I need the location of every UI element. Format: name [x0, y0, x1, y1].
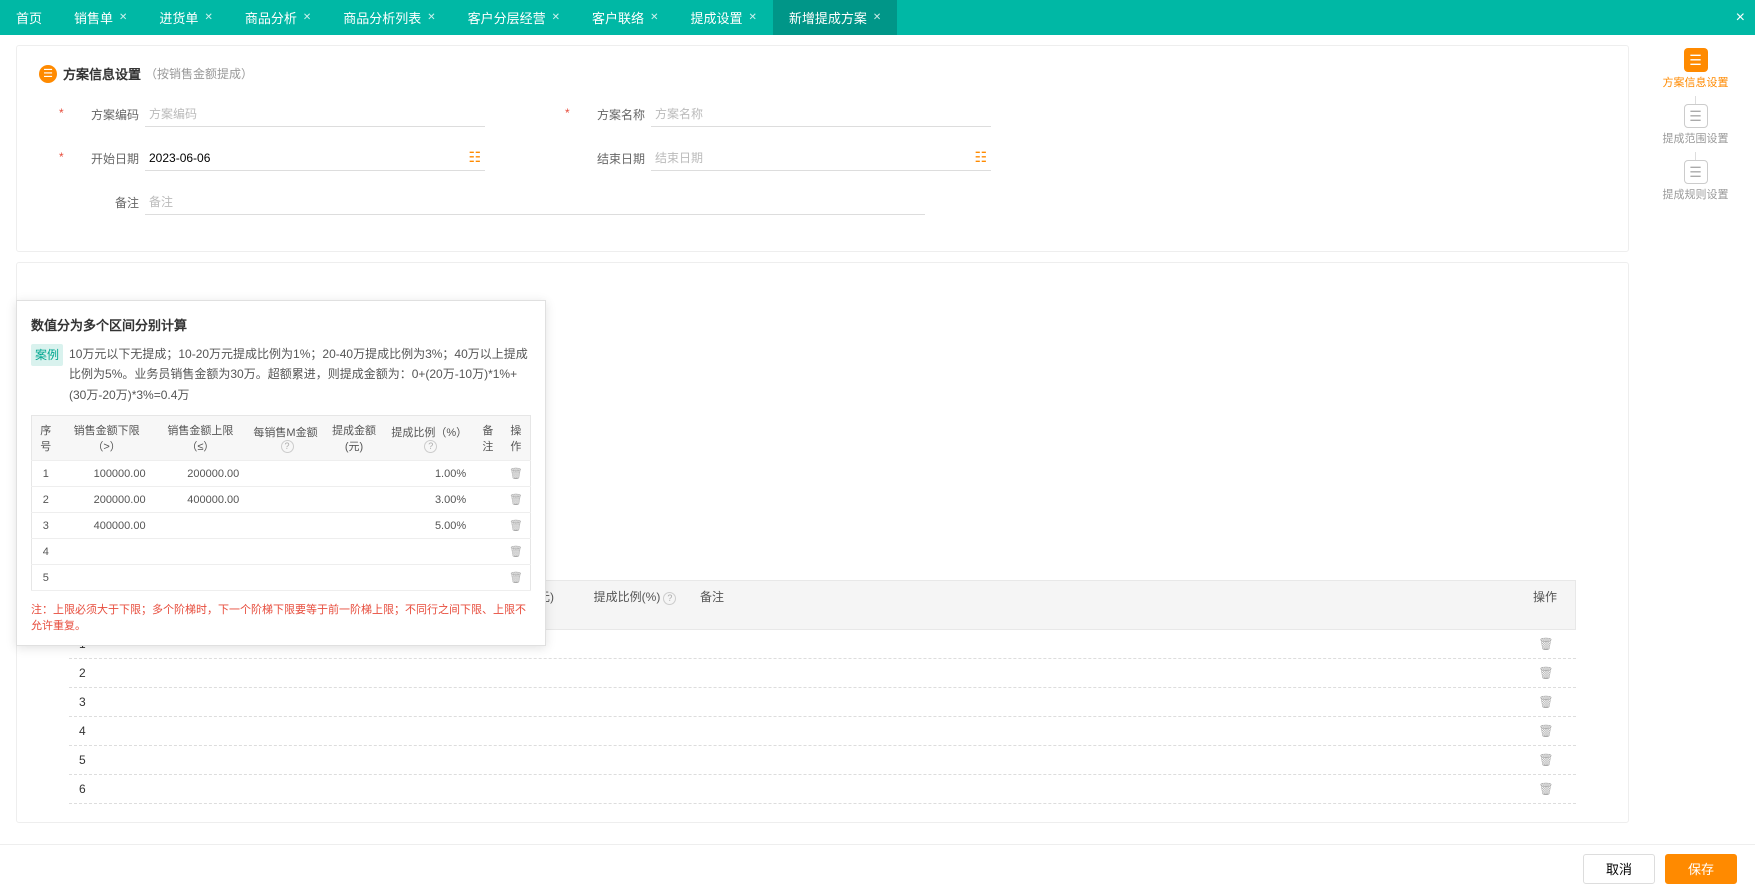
- tab-4[interactable]: 商品分析列表✕: [327, 0, 451, 35]
- section-title: 方案信息设置: [63, 64, 141, 83]
- close-icon[interactable]: ✕: [427, 12, 435, 23]
- close-icon[interactable]: ✕: [204, 12, 212, 23]
- label-end-date: 结束日期: [575, 150, 645, 167]
- tab-8[interactable]: 新增提成方案✕: [773, 0, 897, 35]
- delete-icon[interactable]: 🗑: [1538, 666, 1553, 680]
- label-remark: 备注: [69, 194, 139, 211]
- tab-3[interactable]: 商品分析✕: [229, 0, 327, 35]
- side-nav-item[interactable]: ☰ 方案信息设置: [1648, 48, 1743, 90]
- side-nav: ☰ 方案信息设置 ☰ 提成范围设置 ☰ 提成规则设置: [1648, 48, 1743, 208]
- col-op: 操作: [1515, 581, 1575, 629]
- side-nav-icon: ☰: [1684, 160, 1708, 184]
- tab-2[interactable]: 进货单✕: [143, 0, 228, 35]
- col-pct: 提成比例(%)?: [580, 581, 690, 629]
- close-icon[interactable]: ✕: [748, 12, 756, 23]
- pop-col-low: 销售金额下限（>）: [60, 416, 154, 461]
- table-row[interactable]: 4🗑: [69, 717, 1576, 746]
- pop-col-m: 每销售M金额 ?: [247, 416, 323, 461]
- example-table: 序号销售金额下限（>）销售金额上限（≤）每销售M金额 ?提成金额(元)提成比例（…: [31, 415, 531, 591]
- label-plan-code: 方案编码: [69, 106, 139, 123]
- plan-name-input[interactable]: [651, 101, 991, 127]
- table-row[interactable]: 5🗑: [69, 746, 1576, 775]
- tab-5[interactable]: 客户分层经营✕: [452, 0, 576, 35]
- delete-icon[interactable]: 🗑: [509, 520, 523, 532]
- delete-icon[interactable]: 🗑: [1538, 753, 1553, 767]
- calendar-icon[interactable]: ☷: [974, 149, 987, 166]
- section-icon: ☰: [39, 65, 57, 83]
- start-date-input[interactable]: [145, 145, 485, 171]
- close-icon[interactable]: ✕: [650, 12, 658, 23]
- remark-input[interactable]: [145, 189, 925, 215]
- example-tag: 案例: [31, 344, 63, 366]
- side-nav-label: 提成规则设置: [1648, 186, 1743, 202]
- help-icon[interactable]: ?: [424, 440, 437, 453]
- table-row[interactable]: 6🗑: [69, 775, 1576, 804]
- tab-1[interactable]: 销售单✕: [58, 0, 143, 35]
- example-popup: 数值分为多个区间分别计算 案例 10万元以下无提成；10-20万元提成比例为1%…: [16, 300, 546, 646]
- pop-row: 1100000.00200000.001.00%🗑: [32, 461, 531, 487]
- table-row[interactable]: 2🗑: [69, 659, 1576, 688]
- pop-col-amt: 提成金额(元): [324, 416, 385, 461]
- pop-col-up: 销售金额上限（≤）: [154, 416, 248, 461]
- help-icon[interactable]: ?: [663, 592, 676, 605]
- delete-icon[interactable]: 🗑: [1538, 695, 1553, 709]
- delete-icon[interactable]: 🗑: [509, 546, 523, 558]
- side-nav-icon: ☰: [1684, 48, 1708, 72]
- pop-row: 2200000.00400000.003.00%🗑: [32, 487, 531, 513]
- tab-6[interactable]: 客户联络✕: [576, 0, 674, 35]
- close-icon[interactable]: ✕: [303, 12, 311, 23]
- popup-warning: 注：上限必须大于下限；多个阶梯时，下一个阶梯下限要等于前一阶梯上限；不同行之间下…: [31, 601, 531, 633]
- tab-7[interactable]: 提成设置✕: [674, 0, 772, 35]
- footer-bar: 取消 保存: [0, 844, 1755, 892]
- side-nav-item[interactable]: ☰ 提成规则设置: [1648, 160, 1743, 202]
- side-nav-item[interactable]: ☰ 提成范围设置: [1648, 104, 1743, 146]
- table-row[interactable]: 3🗑: [69, 688, 1576, 717]
- delete-icon[interactable]: 🗑: [509, 468, 523, 480]
- close-icon[interactable]: ✕: [552, 12, 560, 23]
- side-nav-icon: ☰: [1684, 104, 1708, 128]
- delete-icon[interactable]: 🗑: [1538, 637, 1553, 651]
- save-button[interactable]: 保存: [1665, 854, 1737, 884]
- delete-icon[interactable]: 🗑: [509, 494, 523, 506]
- label-start-date: 开始日期: [69, 150, 139, 167]
- delete-icon[interactable]: 🗑: [1538, 782, 1553, 796]
- close-tabs-icon[interactable]: ×: [1736, 9, 1745, 27]
- close-icon[interactable]: ✕: [119, 12, 127, 23]
- pop-row: 3400000.005.00%🗑: [32, 513, 531, 539]
- top-tab-bar: 首页销售单✕进货单✕商品分析✕商品分析列表✕客户分层经营✕客户联络✕提成设置✕新…: [0, 0, 1755, 35]
- pop-col-op: 操作: [502, 416, 531, 461]
- pop-col-note: 备注: [474, 416, 502, 461]
- plan-code-input[interactable]: [145, 101, 485, 127]
- cancel-button[interactable]: 取消: [1583, 854, 1655, 884]
- panel-plan-info: ☰ 方案信息设置 （按销售金额提成） 方案编码 方案名称 开始日期 ☷: [16, 45, 1629, 252]
- close-icon[interactable]: ✕: [873, 12, 881, 23]
- pop-col-seq: 序号: [32, 416, 60, 461]
- pop-row: 4🗑: [32, 539, 531, 565]
- pop-col-pct: 提成比例（%） ?: [384, 416, 474, 461]
- example-text: 10万元以下无提成；10-20万元提成比例为1%；20-40万提成比例为3%；4…: [69, 344, 531, 405]
- delete-icon[interactable]: 🗑: [1538, 724, 1553, 738]
- col-note: 备注: [690, 581, 1515, 629]
- popup-title: 数值分为多个区间分别计算: [31, 315, 531, 334]
- label-plan-name: 方案名称: [575, 106, 645, 123]
- pop-row: 5🗑: [32, 565, 531, 591]
- end-date-input[interactable]: [651, 145, 991, 171]
- help-icon[interactable]: ?: [281, 440, 294, 453]
- delete-icon[interactable]: 🗑: [509, 572, 523, 584]
- side-nav-label: 方案信息设置: [1648, 74, 1743, 90]
- calendar-icon[interactable]: ☷: [468, 149, 481, 166]
- section-subtitle: （按销售金额提成）: [145, 65, 253, 82]
- side-nav-label: 提成范围设置: [1648, 130, 1743, 146]
- tab-0[interactable]: 首页: [0, 0, 58, 35]
